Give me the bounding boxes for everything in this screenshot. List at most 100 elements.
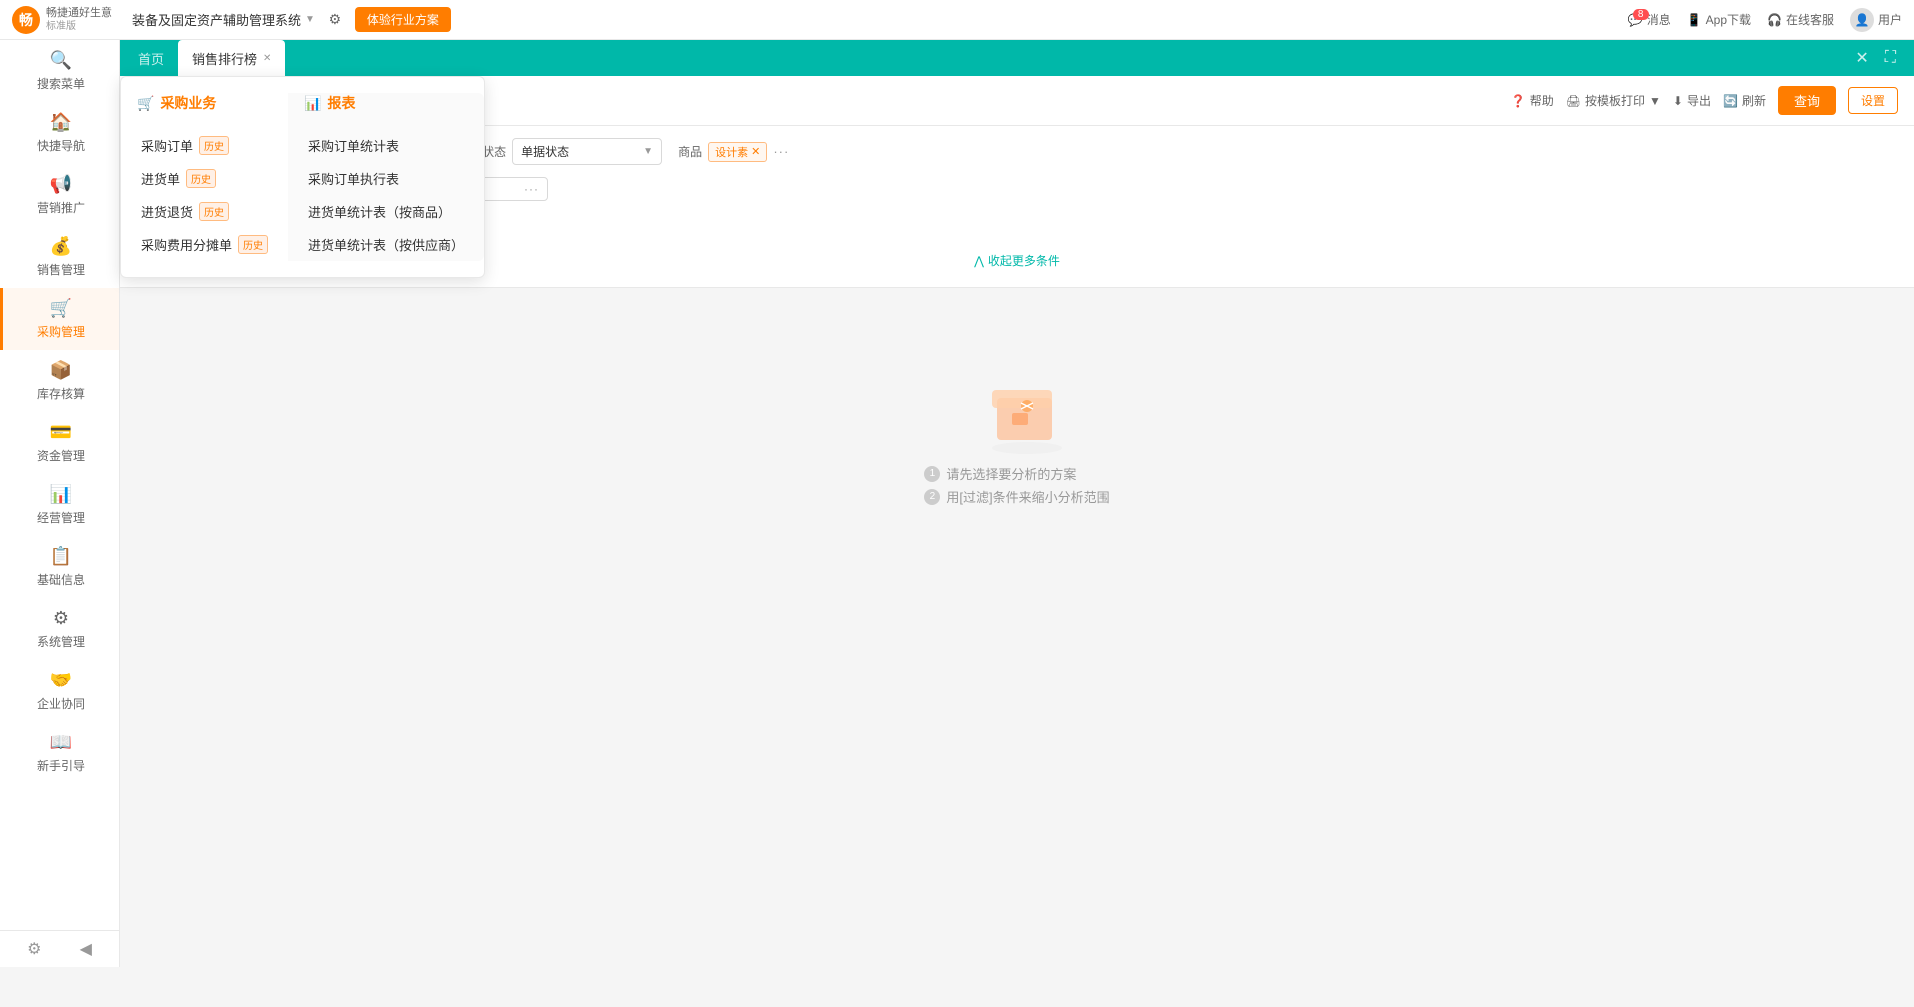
sidebar-item-operations[interactable]: 📊 经营管理 — [0, 474, 119, 536]
report1-label: 采购订单统计表 — [308, 136, 399, 155]
top-bar-center: 装备及固定资产辅助管理系统 ▼ ⚙ 体验行业方案 — [132, 7, 1628, 32]
megaphone-icon: 📢 — [50, 174, 72, 195]
user-menu-btn[interactable]: 👤 用户 — [1850, 8, 1902, 32]
sidebar-item-purchase[interactable]: 🛒 采购管理 — [0, 288, 119, 350]
box-icon: 📦 — [50, 360, 72, 381]
dropdown-item-report-3[interactable]: 进货单统计表（按商品） — [304, 195, 468, 228]
settings-small-btn[interactable]: 设置 — [1848, 87, 1898, 114]
report3-label: 进货单统计表（按商品） — [308, 202, 451, 221]
report2-label: 采购订单执行表 — [308, 169, 399, 188]
purchase-section: 🛒 采购业务 采购订单 历史 进货单 历史 进货退货 历史 采购费用分摊单 历史 — [121, 93, 288, 261]
sidebar-settings-btn[interactable]: ⚙ — [27, 939, 41, 959]
sidebar-item-system[interactable]: ⚙ 系统管理 — [0, 598, 119, 660]
card-icon: 💳 — [50, 422, 72, 443]
export-btn[interactable]: ⬇ 导出 — [1673, 92, 1711, 109]
tab-bar: 首页 销售排行榜 ✕ ✕ ⛶ — [120, 40, 1914, 76]
step1-num: 1 — [924, 466, 940, 482]
sidebar-item-label: 销售管理 — [37, 261, 85, 278]
sidebar-item-funds[interactable]: 💳 资金管理 — [0, 412, 119, 474]
sidebar-item-search[interactable]: 🔍 搜索菜单 — [0, 40, 119, 102]
history-badge-1: 历史 — [186, 169, 216, 188]
sidebar: 🔍 搜索菜单 🏠 快捷导航 📢 营销推广 💰 销售管理 🛒 采购管理 📦 库存核… — [0, 40, 120, 967]
goods-tag: 设计素 ✕ — [708, 142, 767, 162]
sidebar-item-label: 新手引导 — [37, 757, 85, 774]
tip2-text: 用[过滤]条件来缩小分析范围 — [946, 487, 1109, 506]
refresh-btn[interactable]: 🔄 刷新 — [1723, 92, 1766, 109]
report-section: 📊 报表 采购订单统计表 采购订单执行表 进货单统计表（按商品） 进货单统计表（… — [288, 93, 484, 261]
report-section-icon: 📊 — [304, 95, 321, 112]
print-btn[interactable]: 🖨 按模板打印 ▼ — [1566, 92, 1661, 109]
tab-close-icon[interactable]: ✕ — [263, 53, 271, 64]
home-icon: 🏠 — [50, 112, 72, 133]
dropdown-item-inbound[interactable]: 进货单 历史 — [137, 162, 272, 195]
industry-btn[interactable]: 体验行业方案 — [355, 7, 451, 32]
help-btn[interactable]: ❓ 帮助 — [1511, 92, 1554, 109]
top-bar: 畅 畅捷通好生意 标准版 装备及固定资产辅助管理系统 ▼ ⚙ 体验行业方案 💬 … — [0, 0, 1914, 40]
purchase-order-label: 采购订单 — [141, 136, 193, 155]
dropdown-item-report-4[interactable]: 进货单统计表（按供应商） — [304, 228, 468, 261]
online-service-btn[interactable]: 🎧 在线客服 — [1767, 11, 1834, 28]
dropdown-item-inbound-return[interactable]: 进货退货 历史 — [137, 195, 272, 228]
sidebar-item-enterprise[interactable]: 🤝 企业协同 — [0, 660, 119, 722]
status-select[interactable]: 单据状态 ▼ — [512, 138, 662, 165]
logo-icon: 畅 — [12, 6, 40, 34]
sidebar-item-label: 企业协同 — [37, 695, 85, 712]
history-badge-0: 历史 — [199, 136, 229, 155]
refresh-icon: 🔄 — [1723, 94, 1738, 108]
top-bar-right: 💬 8 消息 📱 App下载 🎧 在线客服 👤 用户 — [1628, 8, 1902, 32]
clipboard-icon: 📋 — [50, 546, 72, 567]
chevron-icon[interactable]: ▼ — [305, 14, 315, 25]
goods-tag-close-icon[interactable]: ✕ — [751, 145, 760, 158]
sidebar-item-label: 系统管理 — [37, 633, 85, 650]
status-filter-group: 单据状态 单据状态 ▼ — [458, 138, 662, 165]
tab-home[interactable]: 首页 — [124, 40, 178, 76]
empty-illustration — [977, 368, 1057, 448]
dropdown-item-purchase-expense[interactable]: 采购费用分摊单 历史 — [137, 228, 272, 261]
phone-icon: 📱 — [1687, 13, 1702, 27]
dropdown-item-report-2[interactable]: 采购订单执行表 — [304, 162, 468, 195]
tab-close-window-btn[interactable]: ✕ — [1849, 46, 1874, 70]
goods-ellipsis-btn[interactable]: ··· — [773, 144, 789, 159]
sidebar-item-inventory[interactable]: 📦 库存核算 — [0, 350, 119, 412]
sales-icon: 💰 — [50, 236, 72, 257]
cart-icon: 🛒 — [50, 298, 72, 319]
collapse-icon: ⋀ — [974, 254, 984, 268]
sidebar-item-label: 搜索菜单 — [37, 75, 85, 92]
sidebar-item-label: 库存核算 — [37, 385, 85, 402]
settings-icon[interactable]: ⚙ — [323, 8, 347, 32]
chart-icon: 📊 — [50, 484, 72, 505]
sidebar-item-label: 资金管理 — [37, 447, 85, 464]
notifications-btn[interactable]: 💬 8 消息 — [1628, 11, 1671, 28]
tab-sales-ranking[interactable]: 销售排行榜 ✕ — [178, 40, 285, 76]
avatar: 👤 — [1850, 8, 1874, 32]
report4-label: 进货单统计表（按供应商） — [308, 235, 464, 254]
app-download-btn[interactable]: 📱 App下载 — [1687, 11, 1751, 28]
sidebar-collapse-btn[interactable]: ◀ — [80, 939, 92, 959]
purchase-section-icon: 🛒 — [137, 95, 154, 112]
print-chevron-icon: ▼ — [1649, 94, 1661, 108]
print-icon: 🖨 — [1566, 94, 1581, 108]
history-badge-3: 历史 — [238, 235, 268, 254]
purchase-section-title: 🛒 采购业务 — [137, 93, 272, 119]
sidebar-bottom: ⚙ ◀ — [0, 930, 119, 967]
handshake-icon: 🤝 — [50, 670, 72, 691]
report-section-title: 📊 报表 — [304, 93, 468, 119]
query-btn[interactable]: 查询 — [1778, 86, 1836, 115]
sidebar-item-label: 采购管理 — [37, 323, 85, 340]
dropdown-item-purchase-order[interactable]: 采购订单 历史 — [137, 129, 272, 162]
sidebar-item-quick-nav[interactable]: 🏠 快捷导航 — [0, 102, 119, 164]
sidebar-item-sales[interactable]: 💰 销售管理 — [0, 226, 119, 288]
sidebar-item-base-info[interactable]: 📋 基础信息 — [0, 536, 119, 598]
logo-text: 畅捷通好生意 标准版 — [46, 6, 112, 33]
status-chevron-icon: ▼ — [643, 146, 653, 157]
dropdown-item-report-1[interactable]: 采购订单统计表 — [304, 129, 468, 162]
sidebar-item-label: 经营管理 — [37, 509, 85, 526]
salesperson-ellipsis-btn[interactable]: ··· — [524, 182, 539, 196]
tab-maximize-btn[interactable]: ⛶ — [1879, 47, 1902, 69]
sidebar-item-marketing[interactable]: 📢 营销推广 — [0, 164, 119, 226]
inbound-label: 进货单 — [141, 169, 180, 188]
logo-area: 畅 畅捷通好生意 标准版 — [12, 6, 132, 34]
sidebar-item-guide[interactable]: 📖 新手引导 — [0, 722, 119, 784]
inbound-return-label: 进货退货 — [141, 202, 193, 221]
tip1-text: 请先选择要分析的方案 — [946, 464, 1076, 483]
